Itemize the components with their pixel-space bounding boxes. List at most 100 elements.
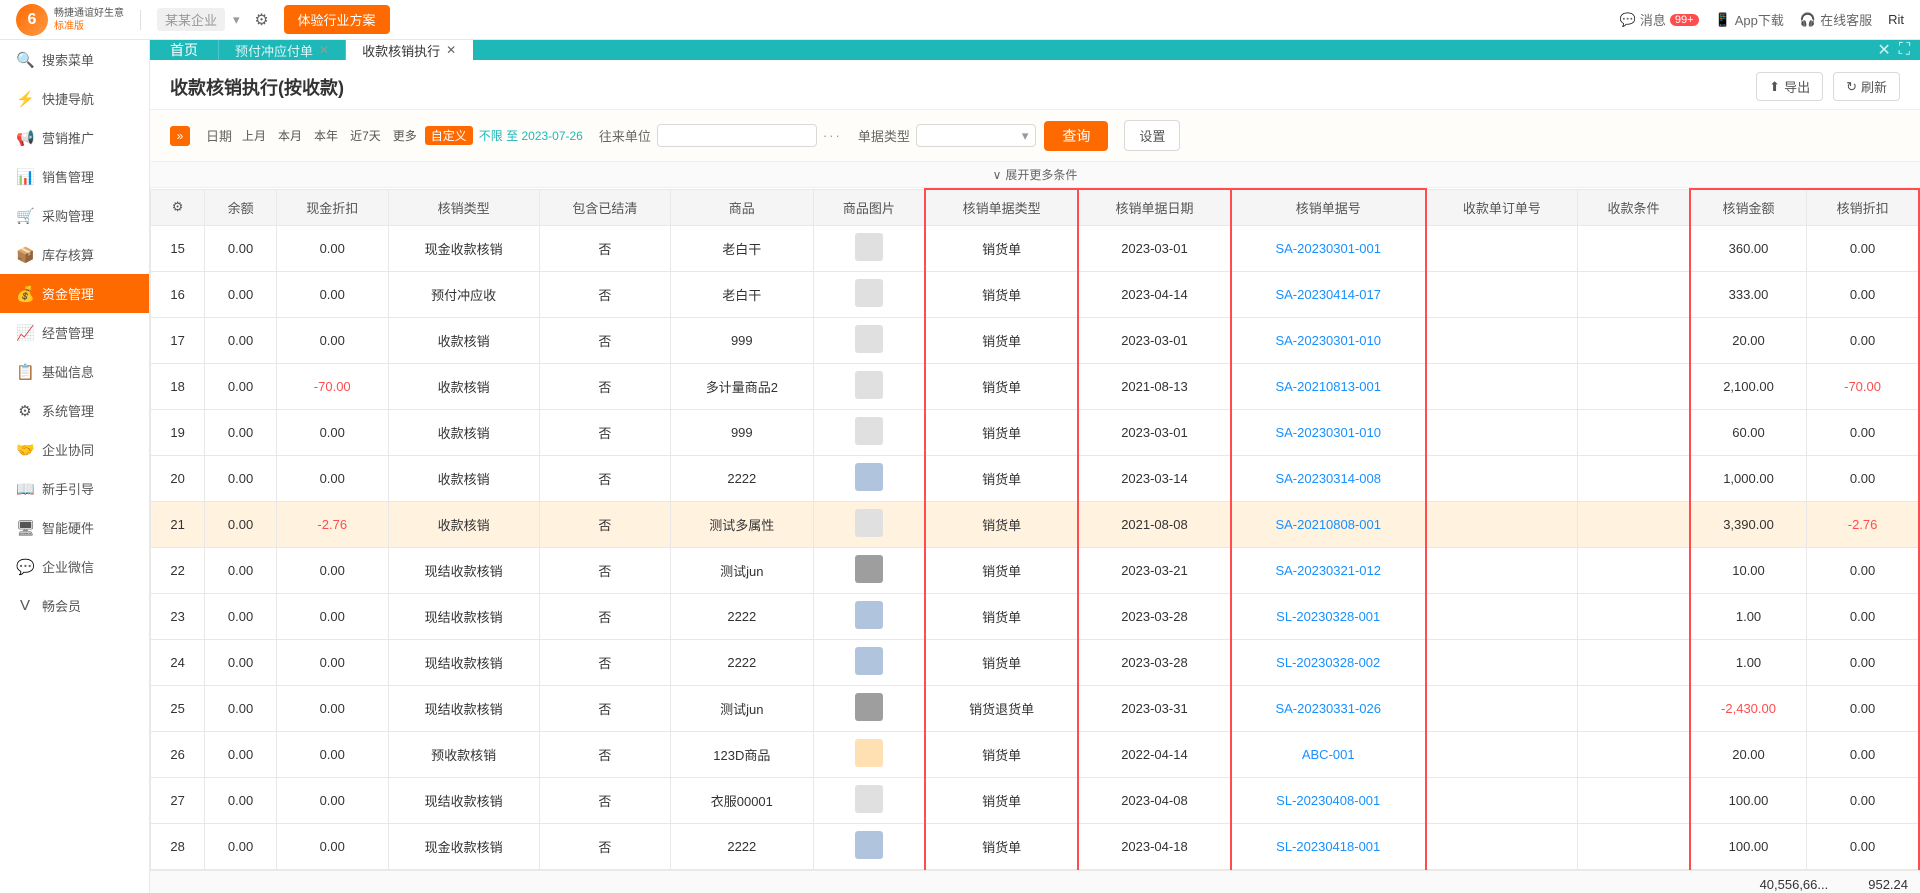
date-more[interactable]: 更多 — [389, 126, 421, 145]
cell-bill-type: 销货单 — [925, 364, 1078, 410]
sidebar-item-采购管理[interactable]: 🛒采购管理 — [0, 196, 149, 235]
tab-cancel[interactable]: 收款核销执行 ✕ — [346, 40, 473, 60]
cell-bill-no: SA-20210808-001 — [1231, 502, 1426, 548]
cell-receipt-condition — [1578, 732, 1690, 778]
settings-button[interactable]: 设置 — [1124, 120, 1180, 151]
cell-balance: 0.00 — [205, 640, 277, 686]
date-this-month[interactable]: 本月 — [274, 126, 306, 145]
close-window-icon[interactable]: ✕ — [1877, 40, 1890, 60]
cell-cancel-type: 预付冲应收 — [388, 272, 539, 318]
product-thumbnail — [855, 831, 883, 859]
partner-label: 往来单位 — [599, 126, 651, 145]
cell-cancel-type: 现结收款核销 — [388, 686, 539, 732]
sidebar-item-搜索菜单[interactable]: 🔍搜索菜单 — [0, 40, 149, 79]
tab-cancel-close[interactable]: ✕ — [446, 43, 456, 57]
cell-bill-no: SL-20230418-001 — [1231, 824, 1426, 870]
cell-receipt-order — [1426, 502, 1578, 548]
cell-balance: 0.00 — [205, 686, 277, 732]
sidebar-item-企业微信[interactable]: 💬企业微信 — [0, 547, 149, 586]
sidebar-item-新手引导[interactable]: 📖新手引导 — [0, 469, 149, 508]
bill-no-link[interactable]: SA-20230321-012 — [1275, 563, 1381, 578]
tab-prepay-close[interactable]: ✕ — [319, 43, 329, 57]
cell-bill-date: 2023-03-01 — [1078, 226, 1231, 272]
sidebar-item-基础信息[interactable]: 📋基础信息 — [0, 352, 149, 391]
cell-cancel-discount: 0.00 — [1807, 594, 1919, 640]
date-custom[interactable]: 自定义 — [425, 126, 473, 145]
sidebar-item-营销推广[interactable]: 📢营销推广 — [0, 118, 149, 157]
user-name: Rit — [1888, 12, 1904, 27]
expand-more-label: 展开更多条件 — [1005, 166, 1077, 183]
cell-cash-discount: -2.76 — [276, 502, 388, 548]
bill-no-link[interactable]: ABC-001 — [1302, 747, 1355, 762]
cell-receipt-order — [1426, 318, 1578, 364]
cell-receipt-order — [1426, 226, 1578, 272]
app-download-btn[interactable]: 📱 App下载 — [1715, 10, 1784, 29]
maximize-icon[interactable]: ⛶ — [1899, 41, 1910, 59]
sidebar-item-畅会员[interactable]: V畅会员 — [0, 586, 149, 625]
sidebar-item-系统管理[interactable]: ⚙系统管理 — [0, 391, 149, 430]
bill-type-filter: 单据类型 ▾ — [858, 124, 1029, 147]
cell-cash-discount: 0.00 — [276, 640, 388, 686]
expand-more-button[interactable]: ∨ 展开更多条件 — [993, 166, 1078, 183]
online-service-btn[interactable]: 🎧 在线客服 — [1800, 10, 1872, 29]
refresh-button[interactable]: ↻ 刷新 — [1833, 72, 1900, 101]
product-thumbnail — [855, 555, 883, 583]
bill-no-link[interactable]: SA-20230301-010 — [1275, 425, 1381, 440]
cell-include-settled: 否 — [539, 548, 670, 594]
expand-more-bar: ∨ 展开更多条件 — [150, 162, 1920, 188]
filter-expand-button[interactable]: » — [170, 126, 190, 146]
company-name: 某某企业 — [157, 8, 225, 31]
settings-icon[interactable]: ⚙ — [248, 6, 276, 34]
date-last-month[interactable]: 上月 — [238, 126, 270, 145]
col-header-cancel-amount: 核销金额 — [1690, 189, 1807, 226]
bill-no-link[interactable]: SA-20230314-008 — [1275, 471, 1381, 486]
bill-no-link[interactable]: SL-20230328-001 — [1276, 609, 1380, 624]
query-button[interactable]: 查询 — [1044, 121, 1108, 151]
cell-bill-date: 2021-08-13 — [1078, 364, 1231, 410]
cell-bill-no: ABC-001 — [1231, 732, 1426, 778]
cell-balance: 0.00 — [205, 272, 277, 318]
sidebar-item-资金管理[interactable]: 💰资金管理 — [0, 274, 149, 313]
sidebar-item-企业协同[interactable]: 🤝企业协同 — [0, 430, 149, 469]
cell-product-img — [813, 548, 925, 594]
sidebar-item-库存核算[interactable]: 📦库存核算 — [0, 235, 149, 274]
cell-id: 22 — [151, 548, 205, 594]
cell-include-settled: 否 — [539, 272, 670, 318]
sidebar-label: 快捷导航 — [42, 89, 94, 108]
bill-type-select[interactable] — [916, 124, 1036, 147]
tab-home[interactable]: 首页 — [150, 40, 219, 60]
bill-no-link[interactable]: SA-20230301-010 — [1275, 333, 1381, 348]
cell-receipt-condition — [1578, 364, 1690, 410]
cell-product-img — [813, 594, 925, 640]
bill-no-link[interactable]: SL-20230418-001 — [1276, 839, 1380, 854]
sidebar-label: 经营管理 — [42, 323, 94, 342]
industry-button[interactable]: 体验行业方案 — [284, 5, 390, 34]
cell-bill-date: 2023-03-14 — [1078, 456, 1231, 502]
sidebar-label: 营销推广 — [42, 128, 94, 147]
message-btn[interactable]: 💬 消息 99+ — [1620, 10, 1699, 29]
cell-cancel-amount: 20.00 — [1690, 318, 1807, 364]
col-header-gear[interactable]: ⚙ — [151, 189, 205, 226]
cell-receipt-order — [1426, 272, 1578, 318]
date-7days[interactable]: 近7天 — [346, 126, 385, 145]
partner-input[interactable] — [657, 124, 817, 147]
bill-no-link[interactable]: SA-20210813-001 — [1275, 379, 1381, 394]
dropdown-icon[interactable]: ▾ — [233, 12, 240, 28]
bill-no-link[interactable]: SL-20230408-001 — [1276, 793, 1380, 808]
cell-product: 测试jun — [671, 686, 813, 732]
sidebar-item-智能硬件[interactable]: 🖥智能硬件 — [0, 508, 149, 547]
export-button[interactable]: ⬆ 导出 — [1756, 72, 1823, 101]
sidebar-item-销售管理[interactable]: 📊销售管理 — [0, 157, 149, 196]
cell-receipt-condition — [1578, 778, 1690, 824]
cell-cash-discount: 0.00 — [276, 548, 388, 594]
date-this-year[interactable]: 本年 — [310, 126, 342, 145]
tab-prepay[interactable]: 预付冲应付单 ✕ — [219, 40, 346, 60]
bill-no-link[interactable]: SA-20230301-001 — [1275, 241, 1381, 256]
bill-no-link[interactable]: SA-20230414-017 — [1275, 287, 1381, 302]
table-row: 21 0.00 -2.76 收款核销 否 测试多属性 销货单 2021-08-0… — [151, 502, 1920, 548]
bill-no-link[interactable]: SL-20230328-002 — [1276, 655, 1380, 670]
bill-no-link[interactable]: SA-20210808-001 — [1275, 517, 1381, 532]
sidebar-item-快捷导航[interactable]: ⚡快捷导航 — [0, 79, 149, 118]
sidebar-item-经营管理[interactable]: 📈经营管理 — [0, 313, 149, 352]
bill-no-link[interactable]: SA-20230331-026 — [1275, 701, 1381, 716]
